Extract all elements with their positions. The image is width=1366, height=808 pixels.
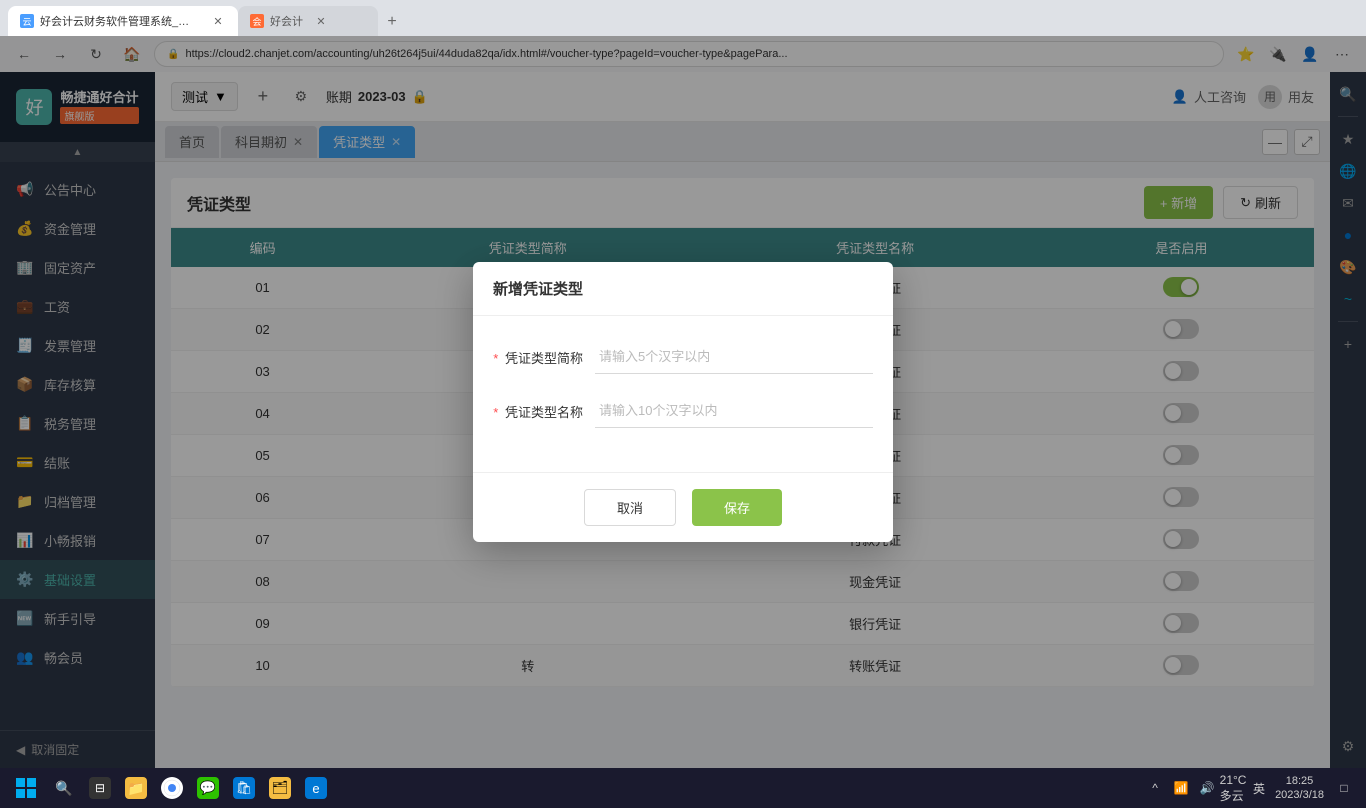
full-name-label: * 凭证类型名称 bbox=[493, 402, 583, 421]
cancel-button[interactable]: 取消 bbox=[584, 489, 676, 526]
taskbar-files[interactable]: 🗂 bbox=[264, 772, 296, 804]
taskbar-edge[interactable]: e bbox=[300, 772, 332, 804]
taskbar-clock: 18:25 2023/3/18 bbox=[1275, 774, 1324, 803]
taskbar-chrome[interactable] bbox=[156, 772, 188, 804]
modal-footer: 取消 保存 bbox=[473, 472, 893, 542]
tab-favicon-1: 云 bbox=[20, 14, 34, 28]
tray-network[interactable]: 📶 bbox=[1171, 778, 1191, 798]
notification-button[interactable]: □ bbox=[1330, 772, 1358, 804]
short-name-field: * 凭证类型简称 bbox=[493, 340, 873, 374]
taskbar-wechat[interactable]: 💬 bbox=[192, 772, 224, 804]
browser-tab-inactive[interactable]: 会 好会计 ✕ bbox=[238, 6, 378, 36]
browser-tab-bar: 云 好会计云财务软件管理系统_会计 ✕ 会 好会计 ✕ + bbox=[0, 0, 1366, 36]
taskbar-task-view[interactable]: ⊟ bbox=[84, 772, 116, 804]
tab-close-1[interactable]: ✕ bbox=[210, 13, 226, 29]
full-name-input[interactable] bbox=[595, 394, 873, 428]
tray-volume[interactable]: 🔊 bbox=[1197, 778, 1217, 798]
tab-label-1: 好会计云财务软件管理系统_会计 bbox=[40, 13, 200, 29]
short-name-input[interactable] bbox=[595, 340, 873, 374]
taskbar-explorer[interactable]: 📁 bbox=[120, 772, 152, 804]
taskbar: 🔍 ⊟ 📁 💬 🛍 🗂 e ^ 📶 🔊 21°C 多云 英 18:25 2023… bbox=[0, 768, 1366, 808]
required-marker-2: * bbox=[493, 405, 498, 420]
taskbar-store[interactable]: 🛍 bbox=[228, 772, 260, 804]
tray-chevron[interactable]: ^ bbox=[1145, 778, 1165, 798]
start-button[interactable] bbox=[8, 772, 44, 804]
tab-label-2: 好会计 bbox=[270, 13, 303, 29]
modal-body: * 凭证类型简称 * 凭证类型名称 bbox=[473, 316, 893, 472]
save-button[interactable]: 保存 bbox=[692, 489, 782, 526]
tray-weather: 21°C 多云 bbox=[1223, 778, 1243, 798]
browser-tab-active[interactable]: 云 好会计云财务软件管理系统_会计 ✕ bbox=[8, 6, 238, 36]
short-name-label: * 凭证类型简称 bbox=[493, 348, 583, 367]
modal-title: 新增凭证类型 bbox=[473, 262, 893, 316]
new-tab-button[interactable]: + bbox=[378, 8, 406, 36]
full-name-field: * 凭证类型名称 bbox=[493, 394, 873, 428]
tray-lang[interactable]: 英 bbox=[1249, 778, 1269, 798]
add-voucher-type-modal: 新增凭证类型 * 凭证类型简称 * 凭证类型名称 取消 保存 bbox=[473, 262, 893, 542]
tab-favicon-2: 会 bbox=[250, 14, 264, 28]
tab-close-2[interactable]: ✕ bbox=[313, 13, 329, 29]
modal-overlay: 新增凭证类型 * 凭证类型简称 * 凭证类型名称 取消 保存 bbox=[0, 36, 1366, 768]
system-tray: ^ 📶 🔊 21°C 多云 英 18:25 2023/3/18 □ bbox=[1145, 772, 1358, 804]
required-marker: * bbox=[493, 351, 498, 366]
taskbar-search-button[interactable]: 🔍 bbox=[48, 772, 80, 804]
